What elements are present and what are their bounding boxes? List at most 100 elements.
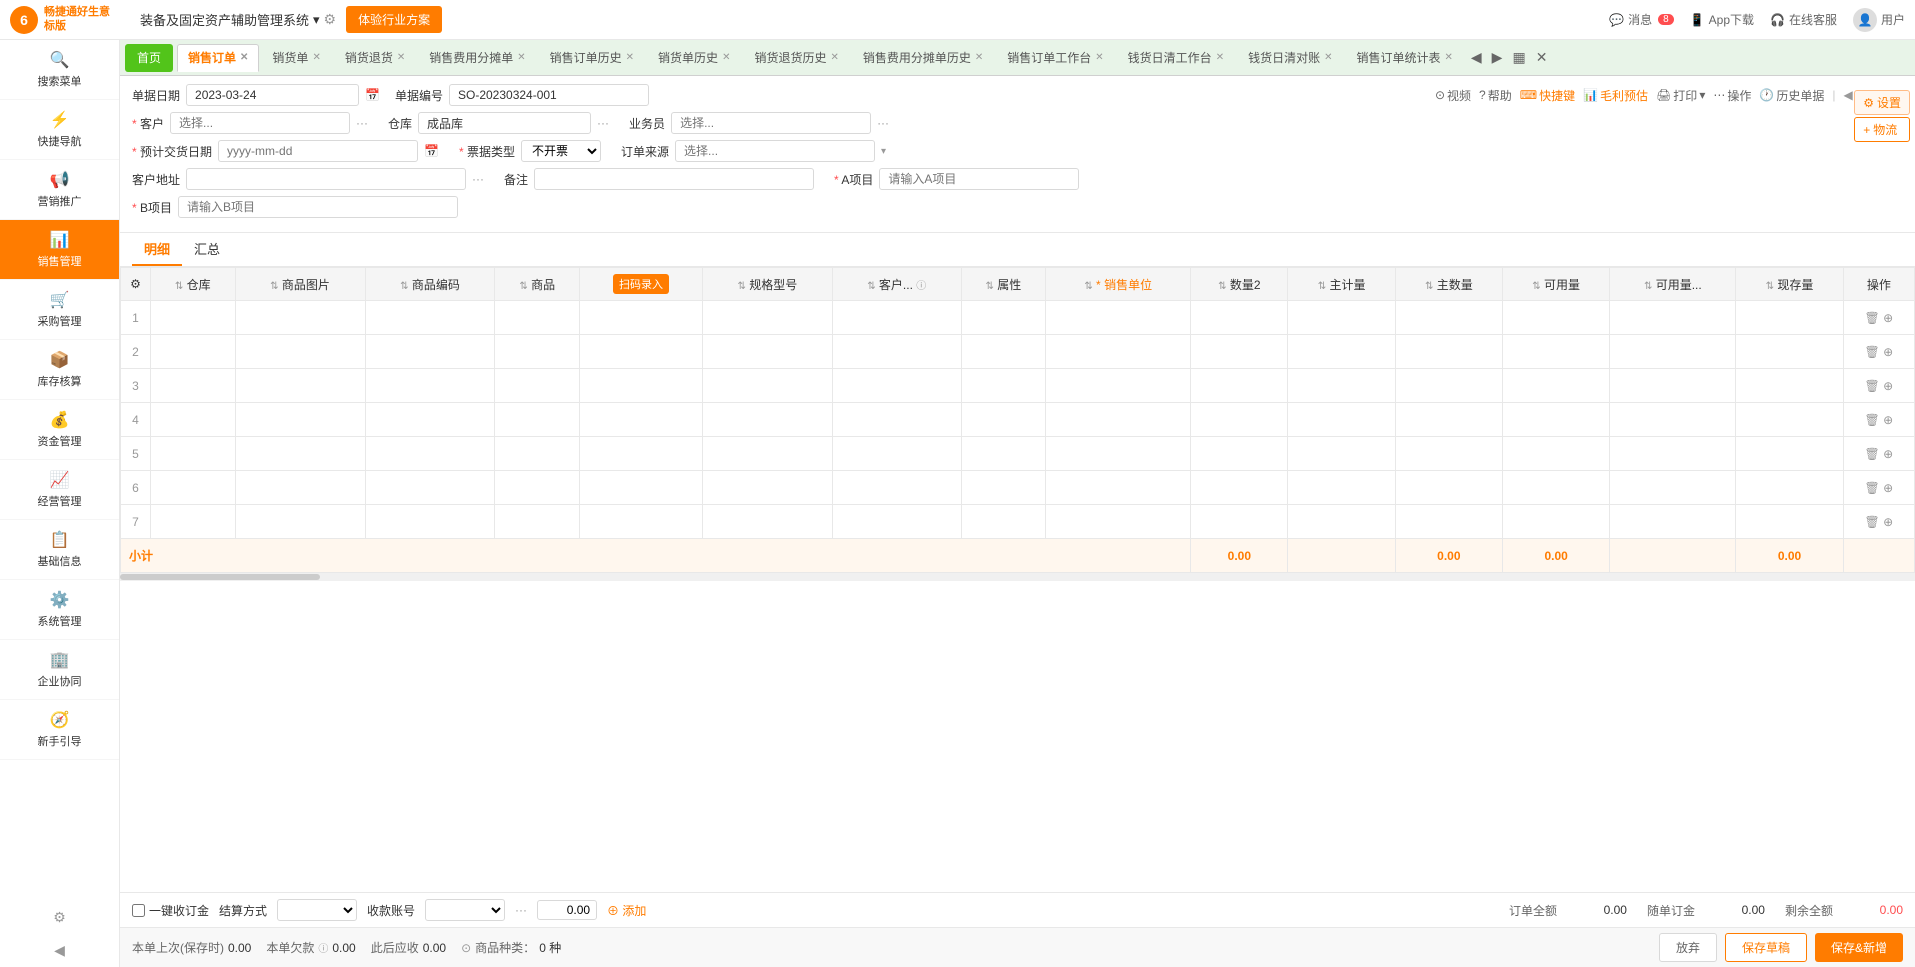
warehouse-more-btn[interactable]: ··· bbox=[597, 116, 609, 130]
tab-close-return-history[interactable]: ✕ bbox=[722, 52, 730, 63]
order-source-input[interactable] bbox=[675, 140, 875, 162]
tab-menu-btn[interactable]: ▦ bbox=[1507, 47, 1530, 68]
sidebar-item-base[interactable]: 📋 基础信息 bbox=[0, 520, 119, 580]
tab-close-sales-order[interactable]: ✕ bbox=[240, 52, 248, 63]
tab-sales-order[interactable]: 销售订单 ✕ bbox=[177, 44, 259, 72]
col-main-qty[interactable]: ⇅ 主数量 bbox=[1395, 268, 1502, 301]
scan-btn[interactable]: 扫码录入 bbox=[613, 274, 669, 294]
calendar-icon[interactable]: 📅 bbox=[365, 88, 380, 102]
col-product[interactable]: ⇅ 商品 bbox=[495, 268, 580, 301]
col-property[interactable]: ⇅ 属性 bbox=[961, 268, 1046, 301]
col-available[interactable]: ⇅ 可用量 bbox=[1502, 268, 1609, 301]
sidebar-item-search[interactable]: 🔍 搜索菜单 bbox=[0, 40, 119, 100]
tab-close-sales-return[interactable]: ✕ bbox=[312, 52, 320, 63]
app-download-btn[interactable]: 📱 App下载 bbox=[1690, 11, 1754, 28]
sidebar-item-enterprise[interactable]: 🏢 企业协同 bbox=[0, 640, 119, 700]
debt-info-icon[interactable]: ⓘ bbox=[318, 940, 328, 955]
tab-close-expense-split[interactable]: ✕ bbox=[517, 52, 525, 63]
col-stock[interactable]: ⇅ 现存量 bbox=[1736, 268, 1843, 301]
scrollbar-area[interactable] bbox=[120, 573, 1915, 581]
col-main-unit[interactable]: ⇅ 主计量 bbox=[1288, 268, 1395, 301]
col-settings[interactable]: ⚙ bbox=[121, 268, 151, 301]
tab-cash-reconcile[interactable]: 钱货日清对账 ✕ bbox=[1237, 44, 1343, 72]
sidebar-item-ops[interactable]: 📈 经营管理 bbox=[0, 460, 119, 520]
addr-more-btn[interactable]: ··· bbox=[472, 172, 484, 186]
form-tab-detail[interactable]: 明细 bbox=[132, 233, 182, 266]
sidebar-item-inventory[interactable]: 📦 库存核算 bbox=[0, 340, 119, 400]
col-available2[interactable]: ⇅ 可用量... bbox=[1610, 268, 1736, 301]
sidebar-collapse-btn[interactable]: ◀ bbox=[0, 934, 119, 967]
sidebar-item-purchase[interactable]: 🛒 采购管理 bbox=[0, 280, 119, 340]
tab-close-expense-history[interactable]: ✕ bbox=[975, 52, 983, 63]
tab-home[interactable]: 首页 bbox=[125, 44, 173, 72]
tab-close-sales-stats[interactable]: ✕ bbox=[1445, 52, 1453, 63]
view-btn[interactable]: ⊙ 视频 bbox=[1435, 87, 1471, 104]
tab-sales-refund[interactable]: 销货退货 ✕ bbox=[334, 44, 416, 72]
industry-btn[interactable]: 体验行业方案 bbox=[346, 6, 442, 33]
tab-cash-workbench[interactable]: 钱货日清工作台 ✕ bbox=[1117, 44, 1235, 72]
sidebar-settings-btn[interactable]: ⚙ bbox=[0, 901, 119, 934]
delivery-calendar-icon[interactable]: 📅 bbox=[424, 144, 439, 158]
save-draft-btn[interactable]: 保存草稿 bbox=[1725, 933, 1807, 962]
delivery-date-input[interactable] bbox=[218, 140, 418, 162]
messages-btn[interactable]: 💬 消息 8 bbox=[1609, 11, 1674, 28]
nav-prev-btn[interactable]: ◀ bbox=[1843, 88, 1852, 102]
warehouse-input[interactable] bbox=[418, 112, 591, 134]
col-product-img[interactable]: ⇅ 商品图片 bbox=[235, 268, 365, 301]
sidebar-item-guide[interactable]: 🧭 新手引导 bbox=[0, 700, 119, 760]
amount-input[interactable] bbox=[537, 900, 597, 920]
date-input[interactable] bbox=[186, 84, 359, 106]
tab-close-all-btn[interactable]: ✕ bbox=[1531, 47, 1553, 68]
tab-close-cash-reconcile[interactable]: ✕ bbox=[1324, 52, 1332, 63]
customer-input[interactable] bbox=[170, 112, 350, 134]
tab-expense-history[interactable]: 销售费用分摊单历史 ✕ bbox=[852, 44, 994, 72]
tab-refund-history[interactable]: 销货退货历史 ✕ bbox=[743, 44, 849, 72]
tab-order-history[interactable]: 销售订单历史 ✕ bbox=[539, 44, 645, 72]
one-click-label[interactable]: 一键收订金 bbox=[132, 902, 209, 919]
col-product-code[interactable]: ⇅ 商品编码 bbox=[365, 268, 495, 301]
receipt-no-select[interactable] bbox=[425, 899, 505, 921]
settings-icon[interactable]: ⚙ bbox=[324, 11, 337, 28]
product-types-info-icon[interactable]: ⊙ bbox=[461, 941, 471, 955]
col-scan[interactable]: 扫码录入 bbox=[580, 268, 703, 301]
tab-next-btn[interactable]: ▶ bbox=[1487, 47, 1508, 68]
sidebar-item-finance[interactable]: 💰 资金管理 bbox=[0, 400, 119, 460]
b-project-input[interactable] bbox=[178, 196, 458, 218]
invoice-type-select[interactable]: 不开票 bbox=[521, 140, 601, 162]
operation-btn[interactable]: ⋯ 操作 bbox=[1713, 87, 1751, 104]
a-project-input[interactable] bbox=[879, 168, 1079, 190]
tab-close-workbench[interactable]: ✕ bbox=[1095, 52, 1103, 63]
tab-expense-split[interactable]: 销售费用分摊单 ✕ bbox=[418, 44, 536, 72]
col-sales-unit[interactable]: ⇅ * 销售单位 bbox=[1046, 268, 1191, 301]
col-customer-attr[interactable]: ⇅ 客户... ⓘ bbox=[832, 268, 961, 301]
form-tab-summary[interactable]: 汇总 bbox=[182, 233, 232, 266]
print-btn[interactable]: 🖨 打印 ▾ bbox=[1656, 87, 1705, 104]
tab-prev-btn[interactable]: ◀ bbox=[1466, 47, 1487, 68]
tab-return-history[interactable]: 销货单历史 ✕ bbox=[647, 44, 741, 72]
sidebar-item-system[interactable]: ⚙️ 系统管理 bbox=[0, 580, 119, 640]
order-source-dropdown-icon[interactable]: ▾ bbox=[881, 146, 886, 157]
discard-btn[interactable]: 放弃 bbox=[1659, 933, 1717, 962]
settle-method-select[interactable] bbox=[277, 899, 357, 921]
profit-btn[interactable]: 📊 毛利预估 bbox=[1583, 87, 1648, 104]
shortcut-btn[interactable]: ⌨ 快捷键 bbox=[1520, 87, 1575, 104]
user-btn[interactable]: 👤 用户 bbox=[1853, 8, 1905, 32]
tab-close-sales-refund[interactable]: ✕ bbox=[397, 52, 405, 63]
tab-close-order-history[interactable]: ✕ bbox=[626, 52, 634, 63]
add-item-btn[interactable]: + 物流 bbox=[1854, 117, 1910, 142]
tab-workbench[interactable]: 销售订单工作台 ✕ bbox=[996, 44, 1114, 72]
tab-sales-return[interactable]: 销货单 ✕ bbox=[261, 44, 331, 72]
history-btn[interactable]: 🕐 历史单据 bbox=[1759, 87, 1824, 104]
add-link[interactable]: ⊕ 添加 bbox=[607, 902, 646, 919]
scrollbar-thumb[interactable] bbox=[120, 574, 320, 580]
online-service-btn[interactable]: 🎧 在线客服 bbox=[1770, 11, 1837, 28]
sidebar-item-quick-nav[interactable]: ⚡ 快捷导航 bbox=[0, 100, 119, 160]
sidebar-item-sales[interactable]: 📊 销售管理 bbox=[0, 220, 119, 280]
save-new-btn[interactable]: 保存&新增 bbox=[1815, 933, 1903, 962]
col-warehouse[interactable]: ⇅ 仓库 bbox=[151, 268, 236, 301]
settings-panel-btn[interactable]: ⚙ 设置 bbox=[1854, 90, 1910, 115]
col-spec[interactable]: ⇅ 规格型号 bbox=[702, 268, 832, 301]
staff-input[interactable] bbox=[671, 112, 871, 134]
receipt-more-btn[interactable]: ··· bbox=[515, 903, 527, 917]
order-no-input[interactable] bbox=[449, 84, 649, 106]
